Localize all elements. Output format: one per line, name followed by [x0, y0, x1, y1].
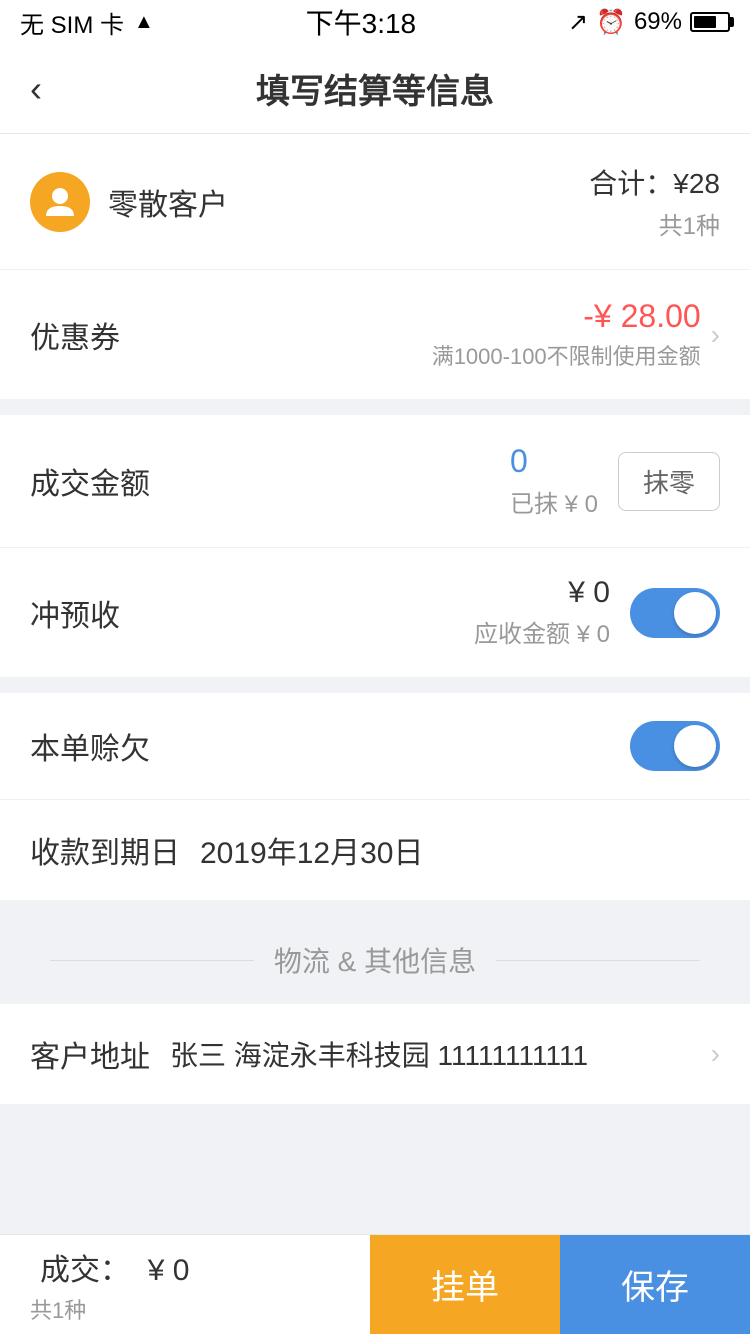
hangup-button[interactable]: 挂单 [370, 1235, 560, 1334]
nav-bar: ‹ 填写结算等信息 [0, 44, 750, 134]
status-indicators: ↗ ⏰ 69% [568, 8, 730, 37]
address-row[interactable]: 客户地址 张三 海淀永丰科技园 11111111111 › [0, 1004, 750, 1104]
customer-total: 合计：¥28 共1种 [589, 162, 720, 241]
logistics-section: 物流 & 其他信息 [0, 916, 750, 1004]
customer-name: 零散客户 [108, 180, 228, 224]
deal-amount-row: 成交金额 0 已抹 ¥ 0 抹零 [0, 415, 750, 548]
status-carrier: 无 SIM 卡 ▲ [20, 5, 154, 40]
debt-row: 本单赊欠 [0, 693, 750, 799]
bottom-summary: 成交： ¥ 0 共1种 [0, 1245, 370, 1325]
save-button[interactable]: 保存 [560, 1235, 750, 1334]
debt-label: 本单赊欠 [30, 724, 150, 768]
customer-row: 零散客户 合计：¥28 共1种 [0, 134, 750, 269]
prepay-value: ¥ 0 [474, 576, 610, 610]
prepay-amount: ¥ 0 应收金额 ¥ 0 [474, 576, 610, 649]
back-button[interactable]: ‹ [30, 68, 42, 110]
logistics-title: 物流 & 其他信息 [274, 940, 476, 980]
logistics-header: 物流 & 其他信息 [0, 916, 750, 1004]
coupon-row[interactable]: 优惠券 -¥ 28.00 满1000-100不限制使用金额 › [0, 269, 750, 399]
battery-percentage: 69% [634, 8, 682, 36]
customer-section: 零散客户 合计：¥28 共1种 优惠券 -¥ 28.00 满1000-100不限… [0, 134, 750, 399]
alarm-icon: ⏰ [596, 8, 626, 37]
coupon-discount: -¥ 28.00 [432, 298, 701, 335]
prepay-label: 冲预收 [30, 591, 120, 635]
debt-toggle[interactable] [630, 721, 720, 771]
due-date-value: 2019年12月30日 [200, 828, 423, 872]
deal-amount-label: 成交金额 [30, 459, 150, 503]
customer-info: 零散客户 [30, 172, 228, 232]
carrier-text: 无 SIM 卡 [20, 5, 124, 40]
customer-avatar [30, 172, 90, 232]
address-section: 客户地址 张三 海淀永丰科技园 11111111111 › [0, 1004, 750, 1104]
prepay-row: 冲预收 ¥ 0 应收金额 ¥ 0 [0, 548, 750, 677]
prepay-right: ¥ 0 应收金额 ¥ 0 [474, 576, 720, 649]
wifi-icon: ▲ [134, 11, 154, 34]
content: 零散客户 合计：¥28 共1种 优惠券 -¥ 28.00 满1000-100不限… [0, 134, 750, 1240]
prepay-sub: 应收金额 ¥ 0 [474, 614, 610, 649]
bottom-count: 共1种 [30, 1293, 340, 1325]
status-time: 下午3:18 [306, 2, 417, 42]
coupon-label: 优惠券 [30, 313, 120, 357]
due-date-label: 收款到期日 [30, 828, 180, 872]
due-date-row[interactable]: 收款到期日 2019年12月30日 [0, 799, 750, 900]
deal-amount-right: 0 已抹 ¥ 0 抹零 [510, 443, 720, 519]
deal-amount-value: 0 [510, 443, 598, 480]
total-count: 共1种 [589, 206, 720, 241]
battery-icon [690, 12, 730, 32]
address-value: 张三 海淀永丰科技园 11111111111 [170, 1034, 711, 1074]
total-amount: 合计：¥28 [589, 162, 720, 202]
round-off-button[interactable]: 抹零 [618, 452, 720, 511]
page-title: 填写结算等信息 [256, 64, 494, 113]
location-icon: ↗ [568, 8, 588, 37]
deal-amount-content: 0 已抹 ¥ 0 [510, 443, 598, 519]
coupon-chevron-icon: › [711, 319, 720, 351]
coupon-content: -¥ 28.00 满1000-100不限制使用金额 [432, 298, 701, 371]
coupon-description: 满1000-100不限制使用金额 [432, 339, 701, 371]
status-bar: 无 SIM 卡 ▲ 下午3:18 ↗ ⏰ 69% [0, 0, 750, 44]
bottom-deal-text: 成交： ¥ 0 [30, 1245, 340, 1289]
address-label: 客户地址 [30, 1032, 150, 1076]
coupon-right: -¥ 28.00 满1000-100不限制使用金额 › [432, 298, 720, 371]
prepay-toggle[interactable] [630, 588, 720, 638]
bottom-bar: 成交： ¥ 0 共1种 挂单 保存 [0, 1234, 750, 1334]
address-chevron-icon: › [711, 1038, 720, 1070]
bottom-deal-amount: ¥ 0 [148, 1254, 190, 1287]
deal-section: 成交金额 0 已抹 ¥ 0 抹零 冲预收 ¥ 0 应收金额 ¥ 0 [0, 415, 750, 677]
deal-amount-sub: 已抹 ¥ 0 [510, 484, 598, 519]
bottom-deal-label: 成交： [40, 1254, 130, 1287]
debt-section: 本单赊欠 收款到期日 2019年12月30日 [0, 693, 750, 900]
